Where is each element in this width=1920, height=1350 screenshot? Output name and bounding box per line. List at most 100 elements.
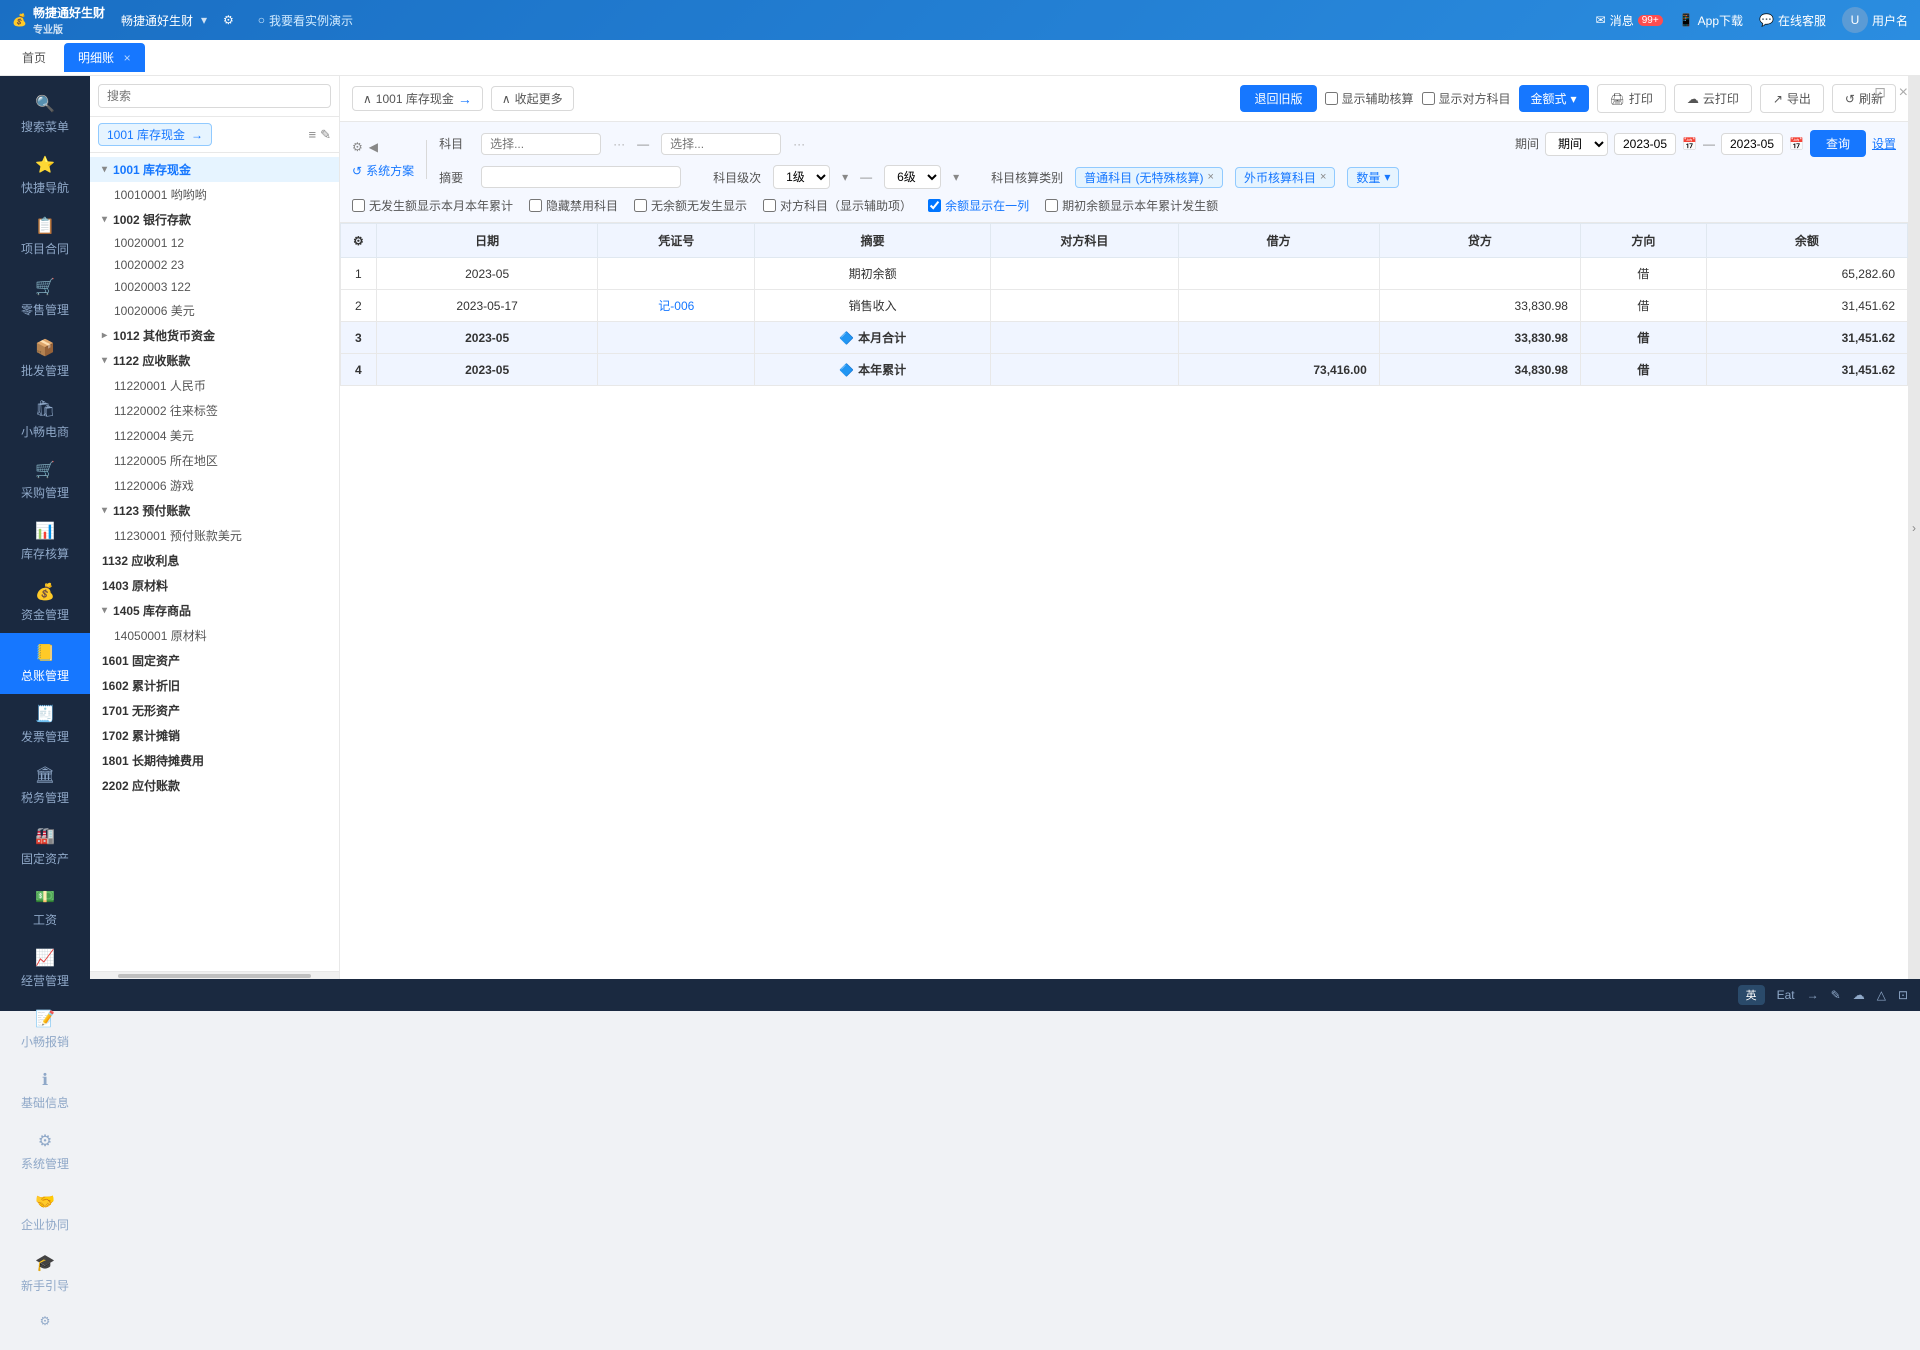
- tree-item-11220004[interactable]: 11220004 美元: [90, 423, 339, 448]
- sidebar-item-fixed-assets[interactable]: 🏭 固定资产: [0, 816, 90, 877]
- sidebar-item-ledger[interactable]: 📒 总账管理: [0, 633, 90, 694]
- show-auxiliary-checkbox[interactable]: 显示辅助核算: [1325, 90, 1414, 107]
- sidebar-item-inventory[interactable]: 📊 库存核算: [0, 511, 90, 572]
- tree-item-1702[interactable]: 1702 累计摊销: [90, 723, 339, 748]
- sidebar-item-purchase[interactable]: 🛒 采购管理: [0, 450, 90, 511]
- tree-item-11220001[interactable]: 11220001 人民币: [90, 373, 339, 398]
- amount-mode-button[interactable]: 金额式 ▾: [1519, 85, 1589, 112]
- message-button[interactable]: ✉ 消息 99+: [1596, 12, 1663, 29]
- sidebar-settings-button[interactable]: ⚙: [36, 1304, 55, 1338]
- print-button[interactable]: 🖨 打印: [1597, 84, 1666, 113]
- tree-item-11220002[interactable]: 11220002 往来标签: [90, 398, 339, 423]
- language-switch-button[interactable]: 英: [1738, 985, 1765, 1005]
- sidebar-item-search[interactable]: 🔍 搜索菜单: [0, 84, 90, 145]
- collapse-filter-icon[interactable]: ◀: [369, 140, 378, 154]
- app-download-button[interactable]: 📱 App下载: [1679, 12, 1743, 29]
- sidebar-item-ecommerce[interactable]: 🛍 小畅电商: [0, 389, 90, 450]
- bottom-icon-4[interactable]: △: [1877, 988, 1886, 1002]
- subject-to-input[interactable]: [661, 133, 781, 155]
- tab-close-icon[interactable]: ×: [124, 51, 131, 65]
- tree-item-10020002[interactable]: 10020002 23: [90, 254, 339, 276]
- right-panel-toggle[interactable]: ›: [1908, 76, 1920, 979]
- checkbox-balance-one-col[interactable]: 余额显示在一列: [928, 197, 1029, 214]
- sidebar-item-funds[interactable]: 💰 资金管理: [0, 572, 90, 633]
- tree-item-1601[interactable]: 1601 固定资产: [90, 648, 339, 673]
- tree-item-10020001[interactable]: 10020001 12: [90, 232, 339, 254]
- tag-quantity[interactable]: 数量 ▾: [1347, 167, 1399, 188]
- sidebar-item-system[interactable]: ⚙ 系统管理: [0, 1121, 90, 1182]
- checkbox-no-occurrence[interactable]: 无发生额显示本月本年累计: [352, 197, 513, 214]
- more-button[interactable]: ∧ 收起更多: [491, 86, 574, 111]
- bottom-item-eat[interactable]: Eat: [1777, 988, 1795, 1002]
- tree-scroll-bar[interactable]: [90, 971, 339, 979]
- tree-item-10020003[interactable]: 10020003 122: [90, 276, 339, 298]
- bottom-icon-5[interactable]: ⊡: [1898, 988, 1908, 1002]
- tag-foreign-subject[interactable]: 外币核算科目 ×: [1235, 167, 1335, 188]
- sidebar-item-collaboration[interactable]: 🤝 企业协同: [0, 1182, 90, 1243]
- sidebar-item-operations[interactable]: 📈 经营管理: [0, 938, 90, 999]
- tab-home[interactable]: 首页: [8, 43, 60, 72]
- list-view-icon[interactable]: ≡: [309, 127, 317, 143]
- voucher-link[interactable]: 记-006: [658, 299, 694, 313]
- tree-item-11220005[interactable]: 11220005 所在地区: [90, 448, 339, 473]
- sidebar-item-invoice[interactable]: 🧾 发票管理: [0, 694, 90, 755]
- bottom-icon-1[interactable]: →: [1807, 988, 1819, 1002]
- filter-settings-icon[interactable]: ⚙: [352, 140, 363, 154]
- level-to-select[interactable]: 6级1级2级3级4级5级: [884, 165, 941, 189]
- tree-item-10010001[interactable]: 10010001 哟哟哟: [90, 182, 339, 207]
- window-close-icon[interactable]: ×: [1899, 84, 1908, 102]
- tree-item-1001[interactable]: ▾ 1001 库存现金: [90, 157, 339, 182]
- settings-icon[interactable]: ⚙: [223, 13, 234, 27]
- tab-detail[interactable]: 明细账 ×: [64, 43, 145, 72]
- cloud-print-button[interactable]: ☁ 云打印: [1674, 84, 1752, 113]
- sidebar-item-project[interactable]: 📋 项目合同: [0, 206, 90, 267]
- subject-from-input[interactable]: [481, 133, 601, 155]
- tree-item-11220006[interactable]: 11220006 游戏: [90, 473, 339, 498]
- tree-item-2202[interactable]: 2202 应付账款: [90, 773, 339, 798]
- tree-item-11230001[interactable]: 11230001 预付账款美元: [90, 523, 339, 548]
- selected-subject-arrow[interactable]: →: [191, 128, 203, 142]
- tree-item-1132[interactable]: 1132 应收利息: [90, 548, 339, 573]
- tree-item-1123[interactable]: ▾ 1123 预付账款: [90, 498, 339, 523]
- settings-link[interactable]: 设置: [1872, 135, 1896, 152]
- sidebar-item-retail[interactable]: 🛒 零售管理: [0, 267, 90, 328]
- window-maximize-icon[interactable]: ⊡: [1874, 84, 1886, 101]
- tree-item-1002[interactable]: ▾ 1002 银行存款: [90, 207, 339, 232]
- sidebar-item-payroll[interactable]: 💵 工资: [0, 877, 90, 938]
- online-service-button[interactable]: 💬 在线客服: [1759, 12, 1826, 29]
- company-dropdown-icon[interactable]: ▾: [201, 13, 207, 27]
- period-to-value[interactable]: 2023-05: [1721, 133, 1783, 155]
- checkbox-contra-aux[interactable]: 对方科目（显示辅助项）: [763, 197, 912, 214]
- export-button[interactable]: ↗ 导出: [1760, 84, 1824, 113]
- tag-close-icon2[interactable]: ×: [1320, 171, 1326, 183]
- query-button[interactable]: 查询: [1810, 130, 1866, 157]
- tree-item-1602[interactable]: 1602 累计折旧: [90, 673, 339, 698]
- bottom-icon-2[interactable]: ✎: [1831, 988, 1841, 1002]
- checkbox-opening-ytd[interactable]: 期初余额显示本年累计发生额: [1045, 197, 1218, 214]
- period-type-select[interactable]: 期间: [1545, 132, 1608, 156]
- subject-search-input[interactable]: [98, 84, 331, 108]
- tree-item-10020006[interactable]: 10020006 美元: [90, 298, 339, 323]
- period-from-value[interactable]: 2023-05: [1614, 133, 1676, 155]
- sidebar-item-guide[interactable]: 🎓 新手引导: [0, 1243, 90, 1304]
- checkbox-hide-disabled[interactable]: 隐藏禁用科目: [529, 197, 618, 214]
- user-menu[interactable]: U 用户名: [1842, 7, 1908, 33]
- sidebar-item-expense[interactable]: 📝 小畅报销: [0, 999, 90, 1060]
- sidebar-item-tax[interactable]: 🏛 税务管理: [0, 755, 90, 816]
- breadcrumb-navigate-icon[interactable]: →: [458, 91, 472, 107]
- breadcrumb[interactable]: ∧ 1001 库存现金 →: [352, 86, 483, 111]
- sidebar-item-quick-nav[interactable]: ⭐ 快捷导航: [0, 145, 90, 206]
- demo-link[interactable]: ○ 我要看实例演示: [258, 12, 353, 29]
- edit-icon[interactable]: ✎: [320, 127, 331, 143]
- show-contra-checkbox[interactable]: 显示对方科目: [1422, 90, 1511, 107]
- tree-item-1405[interactable]: ▾ 1405 库存商品: [90, 598, 339, 623]
- col-settings-icon[interactable]: ⚙: [353, 234, 364, 248]
- summary-input[interactable]: [481, 166, 681, 188]
- tree-item-1701[interactable]: 1701 无形资产: [90, 698, 339, 723]
- tree-item-14050001[interactable]: 14050001 原材料: [90, 623, 339, 648]
- checkbox-no-balance[interactable]: 无余额无发生显示: [634, 197, 747, 214]
- tree-item-1403[interactable]: 1403 原材料: [90, 573, 339, 598]
- tree-item-1801[interactable]: 1801 长期待摊费用: [90, 748, 339, 773]
- tag-normal-subject[interactable]: 普通科目 (无特殊核算) ×: [1075, 167, 1223, 188]
- tree-item-1122[interactable]: ▾ 1122 应收账款: [90, 348, 339, 373]
